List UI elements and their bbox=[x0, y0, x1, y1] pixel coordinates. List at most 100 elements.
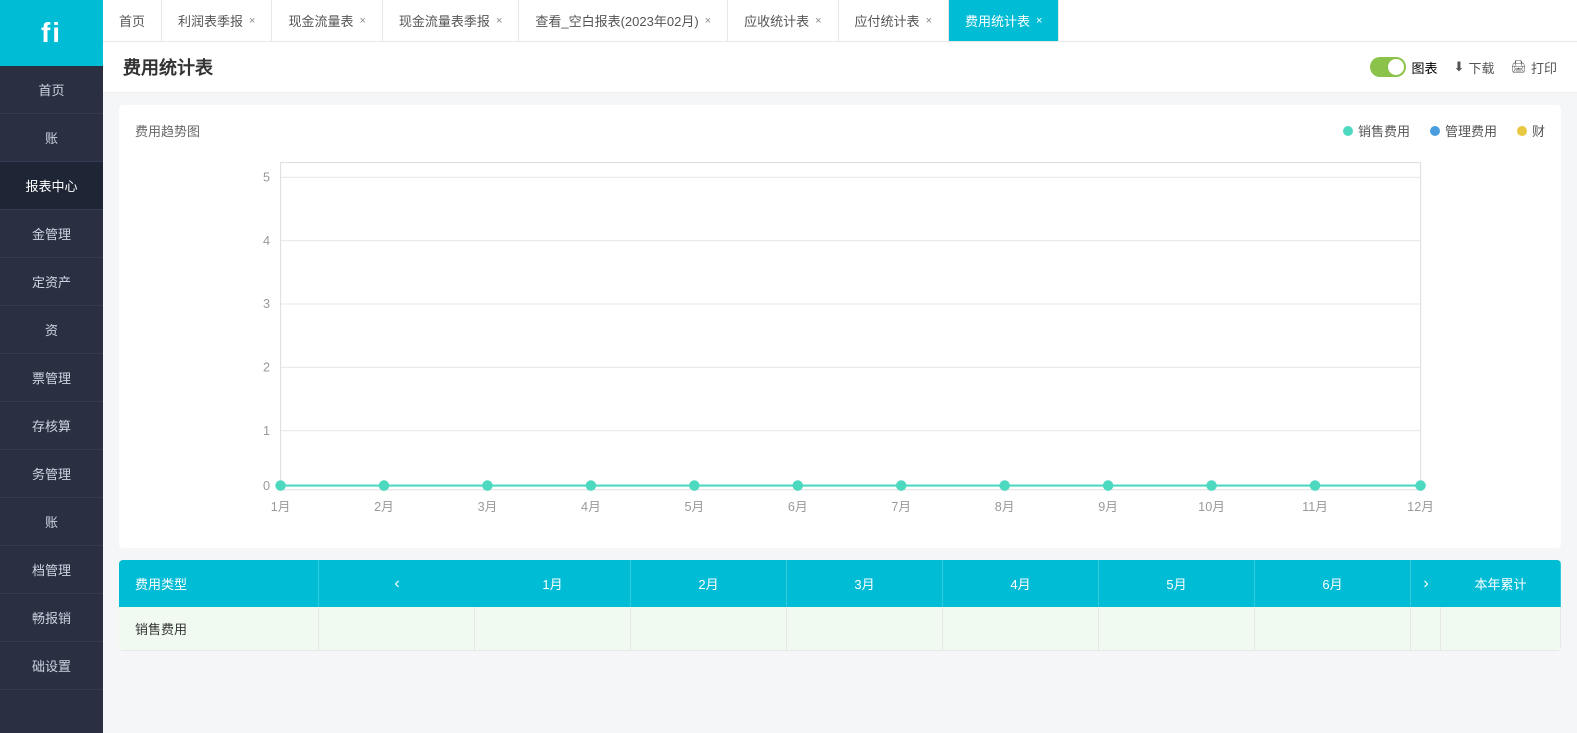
td-apr bbox=[943, 607, 1099, 650]
legend-dot-finance bbox=[1517, 126, 1527, 136]
tab-bar: 首页 利润表季报 × 现金流量表 × 现金流量表季报 × 查看_空白报表(202… bbox=[103, 0, 1577, 42]
tab-expense-stats[interactable]: 费用统计表 × bbox=[949, 0, 1059, 41]
sidebar-item-account[interactable]: 账 bbox=[0, 114, 103, 162]
chart-toggle[interactable] bbox=[1370, 57, 1406, 77]
chart-section: 费用趋势图 销售费用 管理费用 财 bbox=[119, 105, 1561, 548]
th-nav-next[interactable]: › bbox=[1411, 560, 1441, 607]
tab-cash-flow[interactable]: 现金流量表 × bbox=[272, 0, 382, 41]
td-nav-spacer2 bbox=[1411, 607, 1441, 650]
close-tab-cash-flow[interactable]: × bbox=[359, 15, 365, 27]
sidebar-item-sub-account[interactable]: 账 bbox=[0, 498, 103, 546]
tab-receivable-stats[interactable]: 应收统计表 × bbox=[728, 0, 838, 41]
logo: fi bbox=[0, 0, 103, 66]
sidebar-item-ticket-management[interactable]: 票管理 bbox=[0, 354, 103, 402]
svg-text:5月: 5月 bbox=[684, 500, 704, 514]
tab-cash-flow-quarterly[interactable]: 现金流量表季报 × bbox=[383, 0, 519, 41]
close-tab-cash-flow-quarterly[interactable]: × bbox=[496, 15, 502, 27]
chart-toggle-label: 图表 bbox=[1412, 58, 1438, 77]
th-jan: 1月 bbox=[475, 560, 631, 607]
legend-admin-expense: 管理费用 bbox=[1430, 121, 1497, 140]
data-point bbox=[586, 480, 597, 491]
data-point bbox=[896, 480, 907, 491]
print-label: 打印 bbox=[1531, 58, 1557, 77]
th-jun: 6月 bbox=[1255, 560, 1411, 607]
sidebar-item-report-center[interactable]: 报表中心 bbox=[0, 162, 103, 210]
sidebar-item-inventory[interactable]: 存核算 bbox=[0, 402, 103, 450]
sidebar-item-service-management[interactable]: 务管理 bbox=[0, 450, 103, 498]
chart-header: 费用趋势图 销售费用 管理费用 财 bbox=[135, 121, 1545, 140]
th-ytd: 本年累计 bbox=[1441, 560, 1561, 607]
th-expense-type: 费用类型 bbox=[119, 560, 319, 607]
download-button[interactable]: ⬇ 下载 bbox=[1454, 58, 1495, 77]
sidebar-item-file-management[interactable]: 档管理 bbox=[0, 546, 103, 594]
close-tab-view-blank-report[interactable]: × bbox=[705, 15, 711, 27]
legend-label-finance: 财 bbox=[1532, 121, 1545, 140]
main-area: 首页 利润表季报 × 现金流量表 × 现金流量表季报 × 查看_空白报表(202… bbox=[103, 0, 1577, 733]
data-point bbox=[275, 480, 286, 491]
td-jan bbox=[475, 607, 631, 650]
tab-home[interactable]: 首页 bbox=[103, 0, 162, 41]
chart-container: 5 4 3 2 1 0 bbox=[135, 152, 1545, 532]
sidebar-item-fixed-assets[interactable]: 定资产 bbox=[0, 258, 103, 306]
data-point bbox=[1206, 480, 1217, 491]
data-point bbox=[1415, 480, 1426, 491]
svg-text:6月: 6月 bbox=[788, 500, 808, 514]
close-tab-profit-quarterly[interactable]: × bbox=[249, 15, 255, 27]
data-point bbox=[999, 480, 1010, 491]
svg-text:10月: 10月 bbox=[1198, 500, 1225, 514]
close-tab-payable-stats[interactable]: × bbox=[926, 15, 932, 27]
data-point bbox=[793, 480, 804, 491]
data-point bbox=[379, 480, 390, 491]
sidebar-item-home[interactable]: 首页 bbox=[0, 66, 103, 114]
line-chart-svg: 5 4 3 2 1 0 bbox=[135, 152, 1545, 532]
sidebar-item-expense-report[interactable]: 畅报销 bbox=[0, 594, 103, 642]
legend-finance-expense: 财 bbox=[1517, 121, 1545, 140]
td-jun bbox=[1255, 607, 1411, 650]
svg-text:8月: 8月 bbox=[995, 500, 1015, 514]
sidebar-item-fund-management[interactable]: 金管理 bbox=[0, 210, 103, 258]
svg-text:2月: 2月 bbox=[374, 500, 394, 514]
svg-text:2: 2 bbox=[263, 361, 270, 375]
print-icon: 🖨 bbox=[1510, 59, 1527, 75]
svg-text:12月: 12月 bbox=[1407, 500, 1434, 514]
legend-sales-expense: 销售费用 bbox=[1343, 121, 1410, 140]
chart-title: 费用趋势图 bbox=[135, 121, 200, 140]
svg-text:3月: 3月 bbox=[478, 500, 498, 514]
sidebar-item-capital[interactable]: 资 bbox=[0, 306, 103, 354]
svg-text:4: 4 bbox=[263, 234, 270, 248]
svg-text:7月: 7月 bbox=[891, 500, 911, 514]
td-nav-spacer bbox=[319, 607, 475, 650]
page-title: 费用统计表 bbox=[123, 54, 213, 80]
legend-dot-sales bbox=[1343, 126, 1353, 136]
data-point bbox=[482, 480, 493, 491]
svg-text:3: 3 bbox=[263, 297, 270, 311]
print-button[interactable]: 🖨 打印 bbox=[1510, 58, 1557, 77]
header-actions: 图表 ⬇ 下载 🖨 打印 bbox=[1370, 57, 1557, 77]
tab-view-blank-report[interactable]: 查看_空白报表(2023年02月) × bbox=[519, 0, 728, 41]
close-tab-receivable-stats[interactable]: × bbox=[815, 15, 821, 27]
download-icon: ⬇ bbox=[1454, 59, 1465, 75]
data-point bbox=[1310, 480, 1321, 491]
table-section: 费用类型 ‹ 1月 2月 3月 4月 5月 6月 › 本年累计 销售费用 bbox=[119, 560, 1561, 651]
td-may bbox=[1099, 607, 1255, 650]
td-mar bbox=[787, 607, 943, 650]
th-apr: 4月 bbox=[943, 560, 1099, 607]
svg-text:4月: 4月 bbox=[581, 500, 601, 514]
tab-profit-quarterly[interactable]: 利润表季报 × bbox=[162, 0, 272, 41]
th-feb: 2月 bbox=[631, 560, 787, 607]
chart-toggle-wrap: 图表 bbox=[1370, 57, 1438, 77]
svg-text:1: 1 bbox=[263, 424, 270, 438]
th-nav-prev[interactable]: ‹ bbox=[319, 560, 475, 607]
chart-legend: 销售费用 管理费用 财 bbox=[1343, 121, 1545, 140]
close-tab-expense-stats[interactable]: × bbox=[1036, 15, 1042, 27]
td-expense-type: 销售费用 bbox=[119, 607, 319, 650]
th-mar: 3月 bbox=[787, 560, 943, 607]
th-may: 5月 bbox=[1099, 560, 1255, 607]
data-point bbox=[689, 480, 700, 491]
sidebar-item-basic-settings[interactable]: 础设置 bbox=[0, 642, 103, 690]
tab-payable-stats[interactable]: 应付统计表 × bbox=[839, 0, 949, 41]
legend-label-sales: 销售费用 bbox=[1358, 121, 1410, 140]
table-row-sales-expense: 销售费用 bbox=[119, 607, 1561, 651]
svg-text:5: 5 bbox=[263, 171, 270, 185]
table-header: 费用类型 ‹ 1月 2月 3月 4月 5月 6月 › 本年累计 bbox=[119, 560, 1561, 607]
